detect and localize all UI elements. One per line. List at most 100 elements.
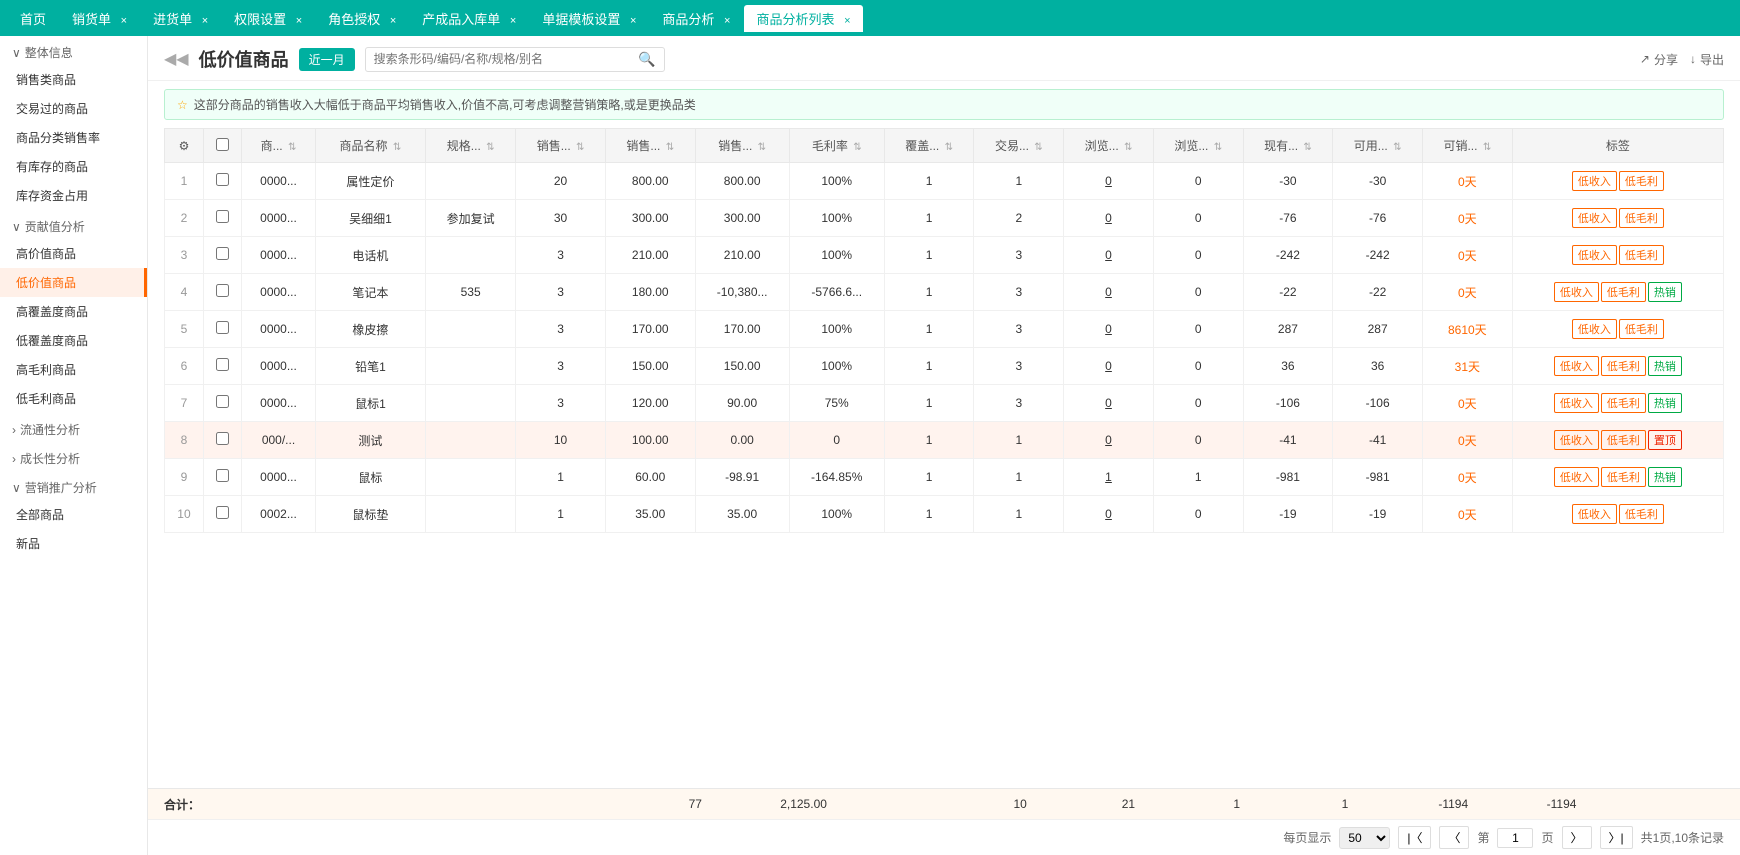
close-icon[interactable]: ×	[724, 15, 730, 27]
cell-checkbox[interactable]	[203, 274, 241, 311]
cell-checkbox[interactable]	[203, 163, 241, 200]
sidebar-item-category-sales[interactable]: 商品分类销售率	[0, 123, 147, 152]
sidebar-item-low-coverage[interactable]: 低覆盖度商品	[0, 326, 147, 355]
th-sales2[interactable]: 销售... ⇅	[605, 129, 695, 163]
sidebar-section-growth[interactable]: › 成长性分析	[0, 442, 147, 471]
cell-checkbox[interactable]	[203, 422, 241, 459]
th-available[interactable]: 可用... ⇅	[1333, 129, 1423, 163]
row-checkbox[interactable]	[216, 210, 229, 223]
sidebar-item-low-value[interactable]: 低价值商品	[0, 268, 147, 297]
row-checkbox[interactable]	[216, 432, 229, 445]
row-checkbox[interactable]	[216, 469, 229, 482]
cell-browse1[interactable]: 0	[1064, 348, 1154, 385]
th-name[interactable]: 商品名称 ⇅	[315, 129, 425, 163]
close-icon[interactable]: ×	[121, 15, 127, 27]
sidebar-item-stocked-goods[interactable]: 有库存的商品	[0, 152, 147, 181]
select-all-checkbox[interactable]	[216, 138, 229, 151]
nav-sales[interactable]: 销货单 ×	[60, 5, 139, 32]
th-checkbox[interactable]	[203, 129, 241, 163]
cell-checkbox[interactable]	[203, 237, 241, 274]
close-icon[interactable]: ×	[296, 15, 302, 27]
cell-checkbox[interactable]	[203, 311, 241, 348]
th-settings[interactable]: ⚙	[165, 129, 204, 163]
th-coverage[interactable]: 覆盖... ⇅	[884, 129, 974, 163]
close-icon[interactable]: ×	[202, 15, 208, 27]
th-spec[interactable]: 规格... ⇅	[426, 129, 516, 163]
th-sales1[interactable]: 销售... ⇅	[516, 129, 606, 163]
cell-browse1[interactable]: 1	[1064, 459, 1154, 496]
cell-checkbox[interactable]	[203, 496, 241, 533]
page-input[interactable]	[1497, 828, 1533, 848]
date-filter-button[interactable]: 近一月	[299, 48, 355, 71]
close-icon[interactable]: ×	[390, 15, 396, 27]
cell-browse1[interactable]: 0	[1064, 496, 1154, 533]
cell-checkbox[interactable]	[203, 385, 241, 422]
nav-analysis-list[interactable]: 商品分析列表 ×	[744, 5, 862, 32]
row-checkbox[interactable]	[216, 395, 229, 408]
sidebar-section-marketing[interactable]: ∨ 营销推广分析	[0, 471, 147, 500]
close-icon[interactable]: ×	[630, 15, 636, 27]
sidebar-section-circulation[interactable]: › 流通性分析	[0, 413, 147, 442]
cell-browse1[interactable]: 0	[1064, 422, 1154, 459]
last-page-button[interactable]: 〉|	[1600, 826, 1633, 849]
sidebar-item-low-margin[interactable]: 低毛利商品	[0, 384, 147, 413]
cell-tags: 低收入低毛利	[1512, 311, 1723, 348]
th-browse1[interactable]: 浏览... ⇅	[1064, 129, 1154, 163]
sidebar-item-inventory-capital[interactable]: 库存资金占用	[0, 181, 147, 210]
first-page-button[interactable]: |〈	[1398, 826, 1431, 849]
sidebar-section-overall[interactable]: ∨ 整体信息	[0, 36, 147, 65]
nav-roles[interactable]: 角色授权 ×	[316, 5, 408, 32]
table-container[interactable]: ⚙ 商... ⇅ 商品名称 ⇅ 规格... ⇅ 销售... ⇅ 销售... ⇅ …	[148, 128, 1740, 788]
close-icon[interactable]: ×	[844, 15, 850, 27]
export-button[interactable]: ↓ 导出	[1690, 51, 1724, 68]
sidebar-item-high-margin[interactable]: 高毛利商品	[0, 355, 147, 384]
th-code[interactable]: 商... ⇅	[242, 129, 315, 163]
cell-checkbox[interactable]	[203, 459, 241, 496]
next-page-button[interactable]: 〉	[1562, 826, 1592, 849]
sidebar-item-high-value[interactable]: 高价值商品	[0, 239, 147, 268]
nav-home[interactable]: 首页	[8, 5, 58, 32]
nav-analysis[interactable]: 商品分析 ×	[650, 5, 742, 32]
sidebar-item-high-coverage[interactable]: 高覆盖度商品	[0, 297, 147, 326]
row-checkbox[interactable]	[216, 173, 229, 186]
tag-低毛利: 低毛利	[1619, 208, 1664, 228]
prev-page-button[interactable]: 〈	[1439, 826, 1469, 849]
nav-purchase[interactable]: 进货单 ×	[141, 5, 220, 32]
table-row: 8 000/... 测试 10 100.00 0.00 0 1 1 0 0 -4…	[165, 422, 1724, 459]
nav-template[interactable]: 单据模板设置 ×	[530, 5, 648, 32]
th-current[interactable]: 现有... ⇅	[1243, 129, 1333, 163]
search-icon[interactable]: 🔍	[638, 51, 655, 68]
row-checkbox[interactable]	[216, 247, 229, 260]
close-icon[interactable]: ×	[510, 15, 516, 27]
cell-browse1[interactable]: 0	[1064, 385, 1154, 422]
sidebar-item-all-goods[interactable]: 全部商品	[0, 500, 147, 529]
cell-browse1[interactable]: 0	[1064, 237, 1154, 274]
nav-permissions[interactable]: 权限设置 ×	[222, 5, 314, 32]
th-margin[interactable]: 毛利率 ⇅	[789, 129, 884, 163]
cell-checkbox[interactable]	[203, 200, 241, 237]
row-checkbox[interactable]	[216, 358, 229, 371]
cell-checkbox[interactable]	[203, 348, 241, 385]
sidebar-item-traded-goods[interactable]: 交易过的商品	[0, 94, 147, 123]
sidebar-section-contribution[interactable]: ∨ 贡献值分析	[0, 210, 147, 239]
cell-browse1[interactable]: 0	[1064, 200, 1154, 237]
th-browse2[interactable]: 浏览... ⇅	[1153, 129, 1243, 163]
collapse-sidebar-btn[interactable]: ◀◀	[164, 49, 189, 69]
cell-browse1[interactable]: 0	[1064, 311, 1154, 348]
th-trade[interactable]: 交易... ⇅	[974, 129, 1064, 163]
th-sales3[interactable]: 销售... ⇅	[695, 129, 789, 163]
share-button[interactable]: ↗ 分享	[1640, 51, 1678, 68]
cell-browse1[interactable]: 0	[1064, 274, 1154, 311]
cell-browse1[interactable]: 0	[1064, 163, 1154, 200]
search-input[interactable]	[374, 52, 633, 66]
info-text: 这部分商品的销售收入大幅低于商品平均销售收入,价值不高,可考虑调整营销策略,或是…	[194, 96, 696, 113]
cell-browse2: 0	[1153, 385, 1243, 422]
row-checkbox[interactable]	[216, 506, 229, 519]
per-page-select[interactable]: 50 100 200	[1339, 827, 1390, 849]
row-checkbox[interactable]	[216, 321, 229, 334]
sidebar-item-new-goods[interactable]: 新品	[0, 529, 147, 558]
row-checkbox[interactable]	[216, 284, 229, 297]
sidebar-item-sales-goods[interactable]: 销售类商品	[0, 65, 147, 94]
nav-warehouse[interactable]: 产成品入库单 ×	[410, 5, 528, 32]
th-saleable[interactable]: 可销... ⇅	[1422, 129, 1512, 163]
